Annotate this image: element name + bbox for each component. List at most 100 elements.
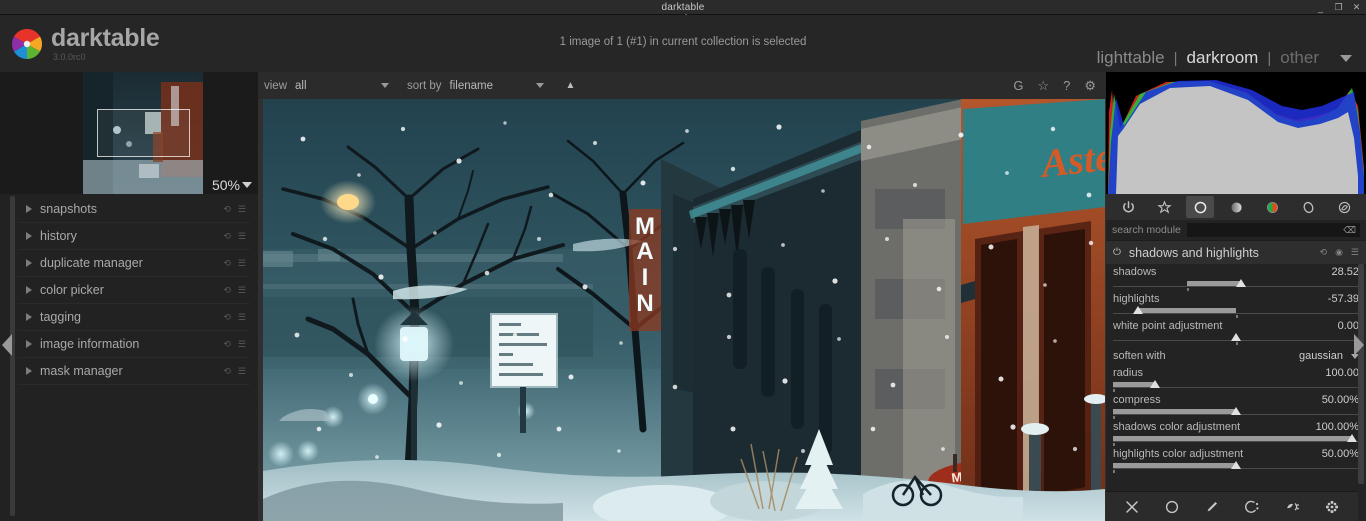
preferences-gear-icon[interactable]: ⚙ (1084, 78, 1096, 94)
left-panel-collapse-arrow-icon[interactable] (2, 334, 12, 356)
combo-value-wrap[interactable]: gaussian (1299, 350, 1359, 362)
sidebar-item-tagging[interactable]: tagging ⟲ ☰ (18, 304, 250, 331)
presets-menu-icon[interactable]: ☰ (238, 312, 246, 323)
expand-triangle-icon[interactable] (26, 313, 32, 321)
search-module-input[interactable]: ⌫ (1186, 223, 1360, 237)
module-header-shadows-and-highlights[interactable]: ⏻ shadows and highlights ⟲ ◉ ☰ (1106, 240, 1366, 264)
view-darkroom[interactable]: darkroom (1187, 48, 1259, 68)
module-group-basic[interactable] (1222, 196, 1250, 218)
reset-icon[interactable]: ⟲ (223, 285, 231, 296)
expand-triangle-icon[interactable] (26, 367, 32, 375)
reset-icon[interactable]: ⟲ (223, 366, 231, 377)
mask-path-icon[interactable] (1239, 496, 1265, 518)
sidebar-item-color-picker[interactable]: color picker ⟲ ☰ (18, 277, 250, 304)
right-panel-scrollbar[interactable] (1358, 264, 1364, 484)
mask-circle-icon[interactable] (1159, 496, 1185, 518)
grouping-icon[interactable]: G (1013, 78, 1023, 93)
view-chevron-down-icon[interactable] (1340, 54, 1352, 62)
sidebar-item-image-information[interactable]: image information ⟲ ☰ (18, 331, 250, 358)
maximize-button[interactable]: ❐ (1333, 2, 1344, 13)
zoom-chevron-down-icon[interactable] (242, 182, 252, 188)
module-reset-icon[interactable]: ⟲ (1320, 247, 1328, 258)
slider-track[interactable] (1113, 461, 1359, 473)
sidebar-item-mask-manager[interactable]: mask manager ⟲ ☰ (18, 358, 250, 385)
view-filter-select[interactable]: all (295, 80, 390, 92)
minimize-button[interactable]: _ (1315, 3, 1326, 13)
sidebar-item-snapshots[interactable]: snapshots ⟲ ☰ (18, 196, 250, 223)
reset-icon[interactable]: ⟲ (223, 258, 231, 269)
sidebar-item-duplicate-manager[interactable]: duplicate manager ⟲ ☰ (18, 250, 250, 277)
clear-search-icon[interactable]: ⌫ (1343, 225, 1356, 236)
slider-radius[interactable]: radius 100.00 (1106, 365, 1366, 392)
slider-knob[interactable] (1235, 279, 1246, 287)
module-multi-instance-icon[interactable]: ◉ (1335, 247, 1343, 258)
zoom-level-indicator[interactable]: 50% (212, 177, 252, 193)
view-lighttable[interactable]: lighttable (1097, 48, 1165, 68)
module-power-toggle-icon[interactable]: ⏻ (1113, 247, 1121, 258)
slider-track[interactable] (1113, 306, 1359, 318)
reset-icon[interactable]: ⟲ (223, 339, 231, 350)
image-canvas-area[interactable]: M A I N Aster (258, 99, 1106, 521)
expand-triangle-icon[interactable] (26, 286, 32, 294)
mask-gradient-icon[interactable] (1279, 496, 1305, 518)
sort-by-select[interactable]: filename (450, 80, 544, 92)
help-icon[interactable]: ? (1063, 78, 1070, 93)
slider-knob[interactable] (1231, 333, 1241, 341)
slider-shadows[interactable]: shadows 28.52 (1106, 264, 1366, 291)
sort-direction-toggle[interactable]: ▲ (566, 80, 576, 91)
presets-menu-icon[interactable]: ☰ (238, 366, 246, 377)
module-title[interactable]: shadows and highlights (1129, 246, 1312, 260)
slider-track[interactable] (1113, 380, 1359, 392)
module-group-favorites[interactable] (1150, 196, 1178, 218)
edited-photo[interactable]: M A I N Aster (263, 99, 1105, 521)
slider-track[interactable] (1113, 407, 1359, 419)
slider-compress[interactable]: compress 50.00% (1106, 392, 1366, 419)
module-presets-menu-icon[interactable]: ☰ (1351, 247, 1359, 258)
slider-knob[interactable] (1149, 380, 1160, 388)
left-panel-scrollbar[interactable] (10, 196, 15, 516)
slider-knob[interactable] (1132, 306, 1143, 314)
close-button[interactable]: ✕ (1351, 2, 1362, 13)
mask-parametric-icon[interactable] (1319, 496, 1345, 518)
mask-brush-icon[interactable] (1199, 496, 1225, 518)
presets-menu-icon[interactable]: ☰ (238, 204, 246, 215)
reset-icon[interactable]: ⟲ (223, 204, 231, 215)
mask-off-icon[interactable] (1119, 496, 1145, 518)
right-panel-collapse-arrow-icon[interactable] (1354, 334, 1364, 356)
navigation-preview[interactable]: 50% (0, 72, 258, 194)
slider-knob[interactable] (1231, 461, 1241, 469)
module-group-tabs (1106, 194, 1366, 220)
histogram[interactable] (1106, 72, 1366, 194)
slider-track[interactable] (1113, 333, 1359, 345)
presets-menu-icon[interactable]: ☰ (238, 258, 246, 269)
slider-track[interactable] (1113, 434, 1359, 446)
presets-menu-icon[interactable]: ☰ (238, 231, 246, 242)
sidebar-item-history[interactable]: history ⟲ ☰ (18, 223, 250, 250)
combo-soften-with[interactable]: soften with gaussian (1106, 345, 1366, 365)
sidebar-item-label: color picker (40, 283, 104, 297)
expand-triangle-icon[interactable] (26, 232, 32, 240)
app-logo[interactable]: darktable 3.0.0rc0 (0, 25, 160, 62)
slider-highlights[interactable]: highlights -57.39 (1106, 291, 1366, 318)
presets-menu-icon[interactable]: ☰ (238, 285, 246, 296)
reset-icon[interactable]: ⟲ (223, 231, 231, 242)
slider-shadows-color-adjustment[interactable]: shadows color adjustment 100.00% (1106, 419, 1366, 446)
module-group-correction[interactable] (1294, 196, 1322, 218)
slider-white-point-adjustment[interactable]: white point adjustment 0.00 (1106, 318, 1366, 345)
module-group-tone[interactable] (1186, 196, 1214, 218)
presets-menu-icon[interactable]: ☰ (238, 339, 246, 350)
slider-knob[interactable] (1231, 407, 1241, 415)
slider-track[interactable] (1113, 279, 1359, 291)
overlays-star-icon[interactable]: ☆ (1037, 78, 1049, 94)
module-group-effects[interactable] (1330, 196, 1358, 218)
expand-triangle-icon[interactable] (26, 205, 32, 213)
view-other[interactable]: other (1280, 48, 1319, 68)
navigation-viewport-rect[interactable] (97, 109, 190, 157)
expand-triangle-icon[interactable] (26, 340, 32, 348)
module-group-active[interactable] (1114, 196, 1142, 218)
slider-knob[interactable] (1346, 434, 1357, 442)
reset-icon[interactable]: ⟲ (223, 312, 231, 323)
expand-triangle-icon[interactable] (26, 259, 32, 267)
module-group-color[interactable] (1258, 196, 1286, 218)
slider-highlights-color-adjustment[interactable]: highlights color adjustment 50.00% (1106, 446, 1366, 473)
